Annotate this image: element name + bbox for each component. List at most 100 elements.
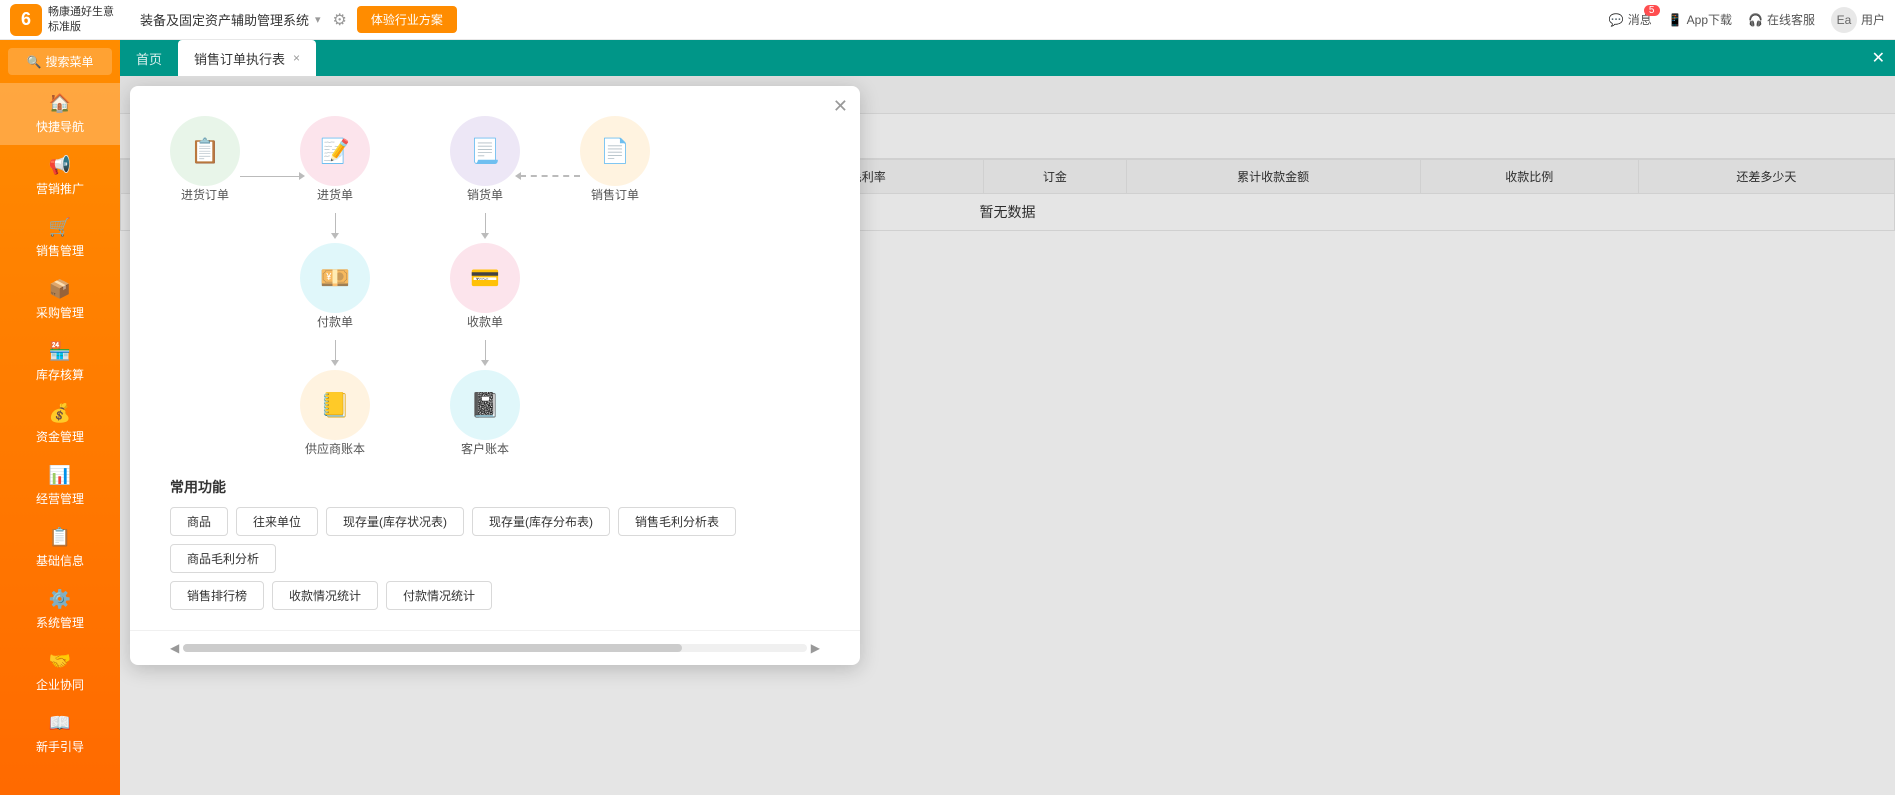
logo-area: 6 畅康通好生意 标准版: [10, 4, 130, 36]
modal-scrollbar: ◀ ▶: [130, 630, 860, 665]
scrollbar-track: [183, 644, 807, 652]
arrow-down-payment: [300, 340, 370, 366]
flow-item-sales-bill[interactable]: 📃 销货单: [450, 116, 520, 203]
sales-order-icon: 📄: [580, 116, 650, 186]
tab-home[interactable]: 首页: [120, 40, 178, 76]
flow-item-sales-order[interactable]: 📄 销售订单: [580, 116, 650, 203]
phone-icon: 📱: [1668, 13, 1683, 27]
modal-box: ✕ 📋 进货订单: [130, 86, 860, 665]
customer-ledger-label: 客户账本: [461, 440, 509, 457]
common-btn-stock-status[interactable]: 现存量(库存状况表): [326, 507, 464, 536]
page-content: ❓ 帮助 🖨 按模板打印 ▾ 📤 导出 🔄 刷新: [120, 76, 1895, 795]
supplier-ledger-icon: 📒: [300, 370, 370, 440]
logo-text: 畅康通好生意 标准版: [48, 5, 114, 34]
common-btn-product-margin[interactable]: 商品毛利分析: [170, 544, 276, 573]
flow-item-receipt[interactable]: 💳 收款单: [450, 243, 520, 330]
system-icon: ⚙️: [49, 589, 71, 610]
flow-item-customer-ledger[interactable]: 📓 客户账本: [450, 370, 520, 457]
inventory-icon: 🏪: [49, 341, 71, 362]
common-btn-partner[interactable]: 往来单位: [236, 507, 318, 536]
sidebar-item-quick-nav[interactable]: 🏠 快捷导航: [0, 83, 120, 145]
flow-arrows-down-row: [170, 213, 820, 239]
home-icon: 🏠: [49, 93, 71, 114]
enterprise-icon: 🤝: [49, 651, 71, 672]
top-bar: 6 畅康通好生意 标准版 装备及固定资产辅助管理系统 ▾ ⚙ 体验行业方案 💬 …: [0, 0, 1895, 40]
operations-icon: 📊: [49, 465, 71, 486]
content-area: 首页 销售订单执行表 × ✕ ❓ 帮助 🖨 按模板打印 ▾: [120, 40, 1895, 795]
main-layout: 🔍 搜索菜单 🏠 快捷导航 📢 营销推广 🛒 销售管理 📦 采购管理 🏪 库存核…: [0, 40, 1895, 795]
flow-section: 📋 进货订单 📝: [130, 86, 860, 477]
common-btn-receipt-stat[interactable]: 收款情况统计: [272, 581, 378, 610]
flow-row-1: 📋 进货订单 📝: [170, 116, 820, 203]
purchase-bill-icon: 📝: [300, 116, 370, 186]
system-title: 装备及固定资产辅助管理系统 ▾ ⚙: [140, 10, 347, 30]
arrow-down-receipt: [450, 340, 520, 366]
sidebar-search-btn[interactable]: 🔍 搜索菜单: [8, 48, 112, 75]
user-menu-btn[interactable]: Ea 用户: [1831, 7, 1885, 33]
common-btn-stock-dist[interactable]: 现存量(库存分布表): [472, 507, 610, 536]
sidebar-item-sales[interactable]: 🛒 销售管理: [0, 207, 120, 269]
supplier-ledger-label: 供应商账本: [305, 440, 365, 457]
tab-bar: 首页 销售订单执行表 × ✕: [120, 40, 1895, 76]
message-btn[interactable]: 💬 消息 5: [1609, 11, 1652, 28]
common-functions-section: 常用功能 商品 往来单位 现存量(库存状况表) 现存量(库存分布表) 销售毛利分…: [130, 477, 860, 630]
sidebar-search-area: 🔍 搜索菜单: [0, 40, 120, 83]
dropdown-arrow-icon[interactable]: ▾: [315, 13, 321, 26]
message-icon: 💬: [1609, 13, 1624, 27]
scroll-right-btn[interactable]: ▶: [811, 641, 820, 655]
sidebar-item-base-info[interactable]: 📋 基础信息: [0, 517, 120, 579]
sidebar-item-enterprise[interactable]: 🤝 企业协同: [0, 641, 120, 703]
message-badge: 5: [1644, 5, 1660, 16]
flow-item-supplier-ledger[interactable]: 📒 供应商账本: [300, 370, 370, 457]
sidebar-item-marketing[interactable]: 📢 营销推广: [0, 145, 120, 207]
purchase-icon: 📦: [49, 279, 71, 300]
top-right-area: 💬 消息 5 📱 App下载 🎧 在线客服 Ea 用户: [1609, 7, 1885, 33]
app-download-btn[interactable]: 📱 App下载: [1668, 11, 1732, 28]
modal-close-btn[interactable]: ✕: [833, 96, 848, 117]
search-icon: 🔍: [27, 55, 42, 69]
sidebar-item-operations[interactable]: 📊 经营管理: [0, 455, 120, 517]
common-btn-payment-stat[interactable]: 付款情况统计: [386, 581, 492, 610]
flow-item-payment[interactable]: 💴 付款单: [300, 243, 370, 330]
scrollbar-thumb[interactable]: [183, 644, 682, 652]
common-buttons-row-1: 商品 往来单位 现存量(库存状况表) 现存量(库存分布表) 销售毛利分析表 商品…: [170, 507, 820, 573]
purchase-order-icon: 📋: [170, 116, 240, 186]
tab-close-icon[interactable]: ×: [293, 51, 300, 65]
sidebar-item-inventory[interactable]: 🏪 库存核算: [0, 331, 120, 393]
common-buttons-row-2: 销售排行榜 收款情况统计 付款情况统计: [170, 581, 820, 610]
sidebar-item-newbie[interactable]: 📖 新手引导: [0, 703, 120, 765]
headset-icon: 🎧: [1748, 13, 1763, 27]
scroll-left-btn[interactable]: ◀: [170, 641, 179, 655]
logo-icon: 6: [10, 4, 42, 36]
finance-icon: 💰: [49, 403, 71, 424]
sales-icon: 🛒: [49, 217, 71, 238]
sidebar-item-finance[interactable]: 💰 资金管理: [0, 393, 120, 455]
arrow-purchase-to-bill: [240, 176, 300, 203]
close-all-tabs-btn[interactable]: ✕: [1872, 48, 1885, 68]
sales-order-label: 销售订单: [591, 186, 639, 203]
sales-bill-label: 销货单: [467, 186, 503, 203]
tab-sales-order-exec[interactable]: 销售订单执行表 ×: [178, 40, 316, 76]
experience-btn[interactable]: 体验行业方案: [357, 6, 457, 33]
online-service-btn[interactable]: 🎧 在线客服: [1748, 11, 1815, 28]
payment-label: 付款单: [317, 313, 353, 330]
customer-ledger-icon: 📓: [450, 370, 520, 440]
flow-row-5: 📒 供应商账本 📓 客户账本: [170, 370, 820, 457]
common-btn-sales-rank[interactable]: 销售排行榜: [170, 581, 264, 610]
receipt-label: 收款单: [467, 313, 503, 330]
sidebar-item-system[interactable]: ⚙️ 系统管理: [0, 579, 120, 641]
settings-icon[interactable]: ⚙: [333, 10, 347, 30]
newbie-icon: 📖: [49, 713, 71, 734]
receipt-icon: 💳: [450, 243, 520, 313]
common-functions-title: 常用功能: [170, 477, 820, 497]
common-btn-product[interactable]: 商品: [170, 507, 228, 536]
common-btn-sales-margin[interactable]: 销售毛利分析表: [618, 507, 736, 536]
purchase-bill-label: 进货单: [317, 186, 353, 203]
sidebar: 🔍 搜索菜单 🏠 快捷导航 📢 营销推广 🛒 销售管理 📦 采购管理 🏪 库存核…: [0, 40, 120, 795]
sidebar-item-purchase[interactable]: 📦 采购管理: [0, 269, 120, 331]
flow-item-purchase-order[interactable]: 📋 进货订单: [170, 116, 240, 203]
sales-bill-icon: 📃: [450, 116, 520, 186]
flow-item-purchase-bill[interactable]: 📝 进货单: [300, 116, 370, 203]
base-info-icon: 📋: [49, 527, 71, 548]
payment-icon: 💴: [300, 243, 370, 313]
